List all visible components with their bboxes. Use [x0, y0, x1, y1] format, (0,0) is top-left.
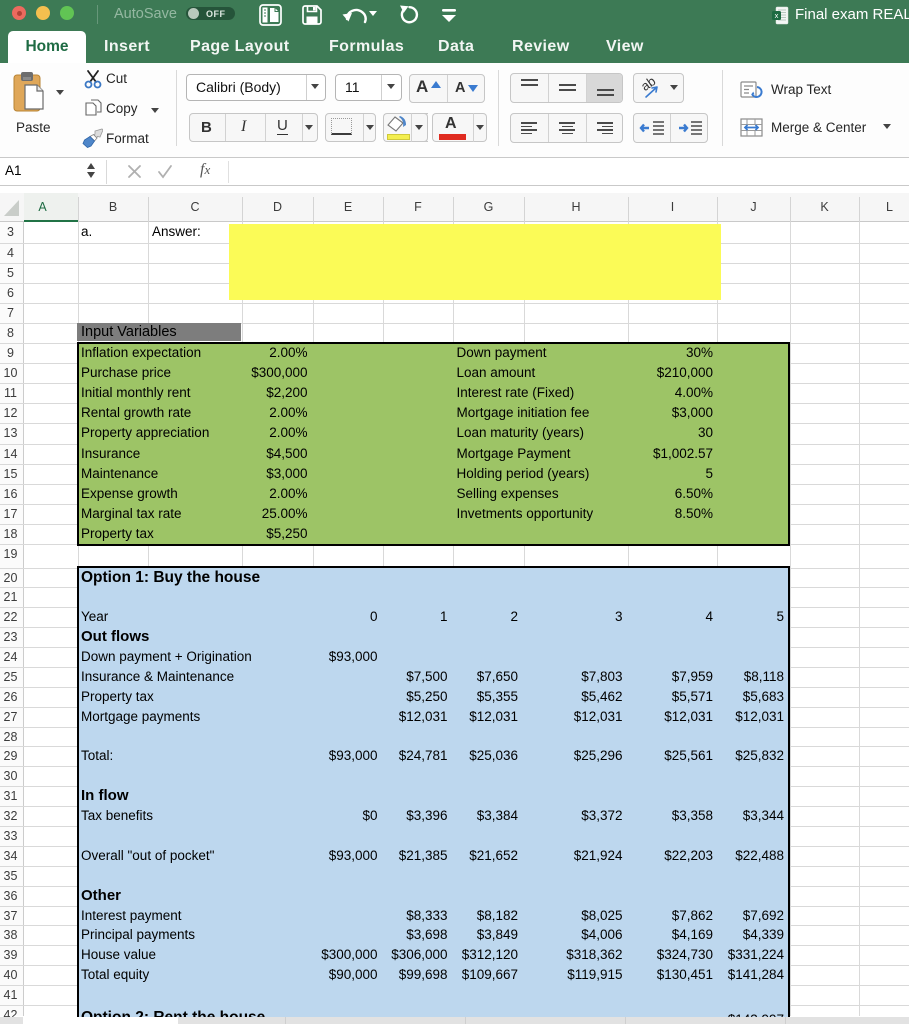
- svg-text:x: x: [775, 11, 779, 20]
